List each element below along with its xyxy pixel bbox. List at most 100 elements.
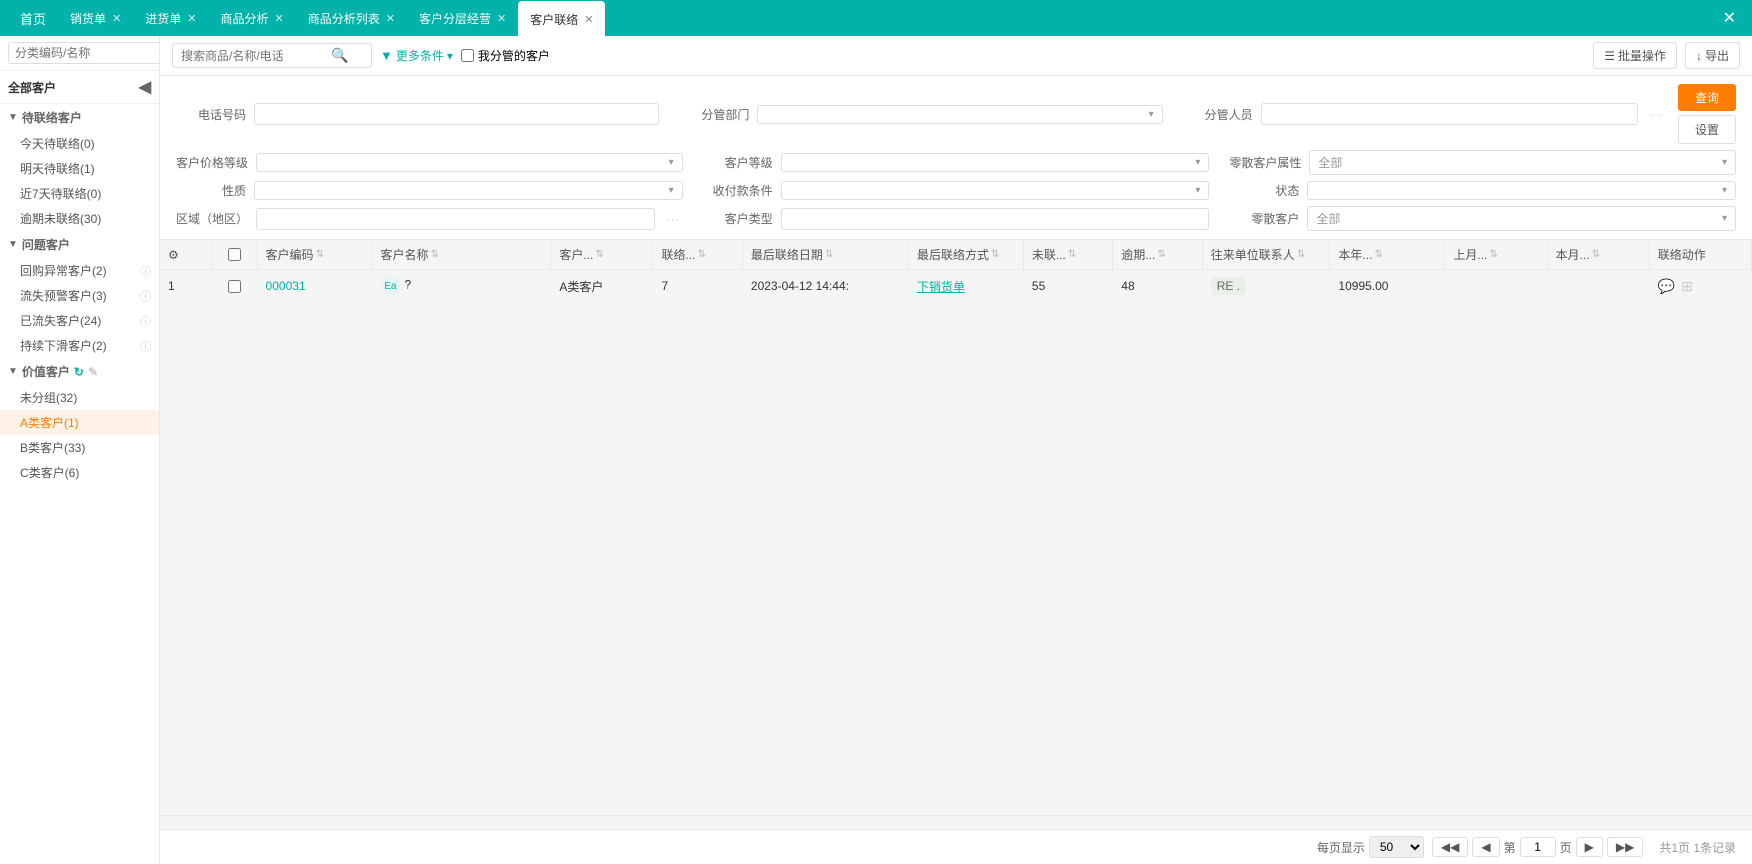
page-number-input[interactable] bbox=[1520, 837, 1556, 857]
nav-tab-customer-contact[interactable]: 客户联络 ✕ bbox=[518, 1, 605, 37]
sidebar-item-today[interactable]: 今天待联络(0) bbox=[0, 131, 159, 156]
group-pending-contact[interactable]: ▼ 待联络客户 bbox=[0, 104, 159, 131]
sidebar-item-tomorrow[interactable]: 明天待联络(1) bbox=[0, 156, 159, 181]
region-input[interactable] bbox=[256, 208, 655, 230]
sidebar-search-input[interactable] bbox=[8, 42, 160, 64]
export-button[interactable]: ↓ 导出 bbox=[1685, 42, 1740, 69]
col-name-label: 客户名称 bbox=[381, 246, 429, 263]
group-problem-customers[interactable]: ▼ 问题客户 bbox=[0, 231, 159, 258]
customer-table: ⚙ 客户编码 ⇅ bbox=[160, 240, 1752, 303]
batch-operation-button[interactable]: ☰ 批量操作 bbox=[1593, 42, 1677, 69]
sort-icon[interactable]: ⇅ bbox=[698, 249, 706, 260]
sort-icon[interactable]: ⇅ bbox=[1297, 249, 1305, 260]
gear-icon[interactable]: ⚙ bbox=[168, 248, 179, 262]
customer-name[interactable]: Ea? bbox=[372, 270, 551, 303]
refresh-icon[interactable]: ↻ bbox=[74, 365, 84, 379]
close-tab-icon[interactable]: ✕ bbox=[112, 12, 121, 25]
first-page-button[interactable]: ◀◀ bbox=[1432, 837, 1468, 857]
sort-icon[interactable]: ⇅ bbox=[431, 249, 439, 260]
qr-icon[interactable]: ⊞ bbox=[1681, 278, 1693, 295]
last-contact-date: 2023-04-12 14:44: bbox=[742, 270, 908, 303]
prev-page-button[interactable]: ◀ bbox=[1472, 837, 1499, 857]
sidebar-item-7days[interactable]: 近7天待联络(0) bbox=[0, 181, 159, 206]
close-tab-icon[interactable]: ✕ bbox=[497, 12, 506, 25]
query-button[interactable]: 查询 bbox=[1678, 84, 1736, 111]
my-customers-checkbox[interactable] bbox=[461, 49, 474, 62]
sort-icon[interactable]: ⇅ bbox=[825, 249, 833, 260]
all-customers-label: 全部客户 bbox=[8, 79, 56, 96]
sort-icon[interactable]: ⇅ bbox=[1157, 249, 1165, 260]
status-select[interactable]: ▾ bbox=[1307, 181, 1736, 200]
nav-tab-customer-segment[interactable]: 客户分层经营 ✕ bbox=[407, 0, 518, 36]
filter-row-1: 电话号码 分管部门 ▾ 分管人员 ··· bbox=[176, 84, 1736, 144]
sort-icon[interactable]: ⇅ bbox=[991, 249, 999, 260]
close-tab-icon[interactable]: ✕ bbox=[386, 12, 395, 25]
page-size-select[interactable]: 10 20 50 100 bbox=[1369, 836, 1424, 858]
nav-home[interactable]: 首页 bbox=[8, 0, 58, 36]
sort-icon[interactable]: ⇅ bbox=[1374, 249, 1382, 260]
th-gear[interactable]: ⚙ bbox=[160, 240, 211, 270]
group-label: 问题客户 bbox=[22, 236, 70, 253]
filter-cell-retail: 零散客户 全部 ▾ bbox=[1229, 206, 1736, 231]
status-label: 状态 bbox=[1229, 182, 1299, 199]
sidebar-item-churn-warning[interactable]: 流失预警客户(3) ⓘ bbox=[0, 283, 159, 308]
last-page-button[interactable]: ▶▶ bbox=[1607, 837, 1643, 857]
contact-method-link[interactable]: 下销货单 bbox=[917, 280, 965, 294]
nav-tab-sales[interactable]: 销货单 ✕ bbox=[58, 0, 133, 36]
sort-icon[interactable]: ⇅ bbox=[595, 249, 603, 260]
region-dots-icon[interactable]: ··· bbox=[663, 212, 683, 226]
payment-select[interactable]: ▾ bbox=[781, 181, 1210, 200]
dept-select[interactable]: ▾ bbox=[757, 105, 1162, 124]
chevron-icon: ▾ bbox=[447, 49, 453, 63]
table-wrapper: ⚙ 客户编码 ⇅ bbox=[160, 240, 1752, 815]
close-tab-icon[interactable]: ✕ bbox=[187, 12, 196, 25]
phone-input[interactable] bbox=[254, 103, 659, 125]
customer-level-label: 客户等级 bbox=[703, 154, 773, 171]
advanced-filter: 电话号码 分管部门 ▾ 分管人员 ··· bbox=[160, 76, 1752, 240]
sidebar-item-overdue[interactable]: 逾期未联络(30) bbox=[0, 206, 159, 231]
filter-search-input[interactable] bbox=[181, 49, 331, 63]
sidebar-item-a-class[interactable]: A类客户(1) bbox=[0, 410, 159, 435]
close-tab-icon[interactable]: ✕ bbox=[275, 12, 284, 25]
window-close-button[interactable]: ✕ bbox=[1715, 4, 1744, 32]
message-icon[interactable]: 💬 bbox=[1658, 278, 1675, 295]
nature-select[interactable]: ▾ bbox=[254, 181, 683, 200]
sort-icon[interactable]: ⇅ bbox=[1068, 249, 1076, 260]
nav-tab-analysis[interactable]: 商品分析 ✕ bbox=[208, 0, 295, 36]
nav-tab-analysis-list[interactable]: 商品分析列表 ✕ bbox=[296, 0, 407, 36]
sidebar-item-b-class[interactable]: B类客户(33) bbox=[0, 435, 159, 460]
customer-level-select[interactable]: ▾ bbox=[781, 153, 1210, 172]
row-checkbox[interactable] bbox=[228, 280, 241, 293]
sidebar-item-ungroup[interactable]: 未分组(32) bbox=[0, 385, 159, 410]
next-page-button[interactable]: ▶ bbox=[1576, 837, 1603, 857]
sidebar-item-repeat-abnormal[interactable]: 回购异常客户(2) ⓘ bbox=[0, 258, 159, 283]
retail-select[interactable]: 全部 ▾ bbox=[1307, 206, 1736, 231]
edit-icon[interactable]: ✎ bbox=[88, 365, 98, 379]
manager-input[interactable] bbox=[1261, 103, 1638, 125]
col-overdue-label: 逾期... bbox=[1121, 246, 1155, 263]
select-all-checkbox[interactable] bbox=[228, 248, 241, 261]
sort-icon[interactable]: ⇅ bbox=[1489, 249, 1497, 260]
sidebar-item-c-class[interactable]: C类客户(6) bbox=[0, 460, 159, 485]
close-tab-icon[interactable]: ✕ bbox=[584, 13, 593, 26]
manager-dots-icon[interactable]: ··· bbox=[1646, 107, 1666, 121]
group-value-customers[interactable]: ▼ 价值客户 ↻ ✎ bbox=[0, 358, 159, 385]
sort-icon[interactable]: ⇅ bbox=[316, 249, 324, 260]
customer-type-input[interactable] bbox=[781, 208, 1210, 230]
all-customers-header[interactable]: 全部客户 ◀ bbox=[0, 71, 159, 104]
last-contact-method[interactable]: 下销货单 bbox=[908, 270, 1023, 303]
setting-button[interactable]: 设置 bbox=[1678, 115, 1736, 144]
more-conditions-button[interactable]: ▼ 更多条件 ▾ bbox=[380, 47, 453, 64]
price-level-select[interactable]: ▾ bbox=[256, 153, 683, 172]
customer-code[interactable]: 000031 bbox=[257, 270, 372, 303]
col-year-label: 本年... bbox=[1338, 246, 1372, 263]
horizontal-scrollbar[interactable] bbox=[160, 815, 1752, 829]
sidebar-item-declining[interactable]: 持续下滑客户(2) ⓘ bbox=[0, 333, 159, 358]
sidebar-collapse-icon[interactable]: ◀ bbox=[139, 77, 151, 97]
filter-search-icon[interactable]: 🔍 bbox=[331, 47, 348, 64]
nav-tab-purchase[interactable]: 进货单 ✕ bbox=[133, 0, 208, 36]
th-lastmonth: 上月... ⇅ bbox=[1445, 240, 1547, 270]
sort-icon[interactable]: ⇅ bbox=[1592, 249, 1600, 260]
sidebar-item-churned[interactable]: 已流失客户(24) ⓘ bbox=[0, 308, 159, 333]
retail-attr-select[interactable]: 全部 ▾ bbox=[1309, 150, 1736, 175]
